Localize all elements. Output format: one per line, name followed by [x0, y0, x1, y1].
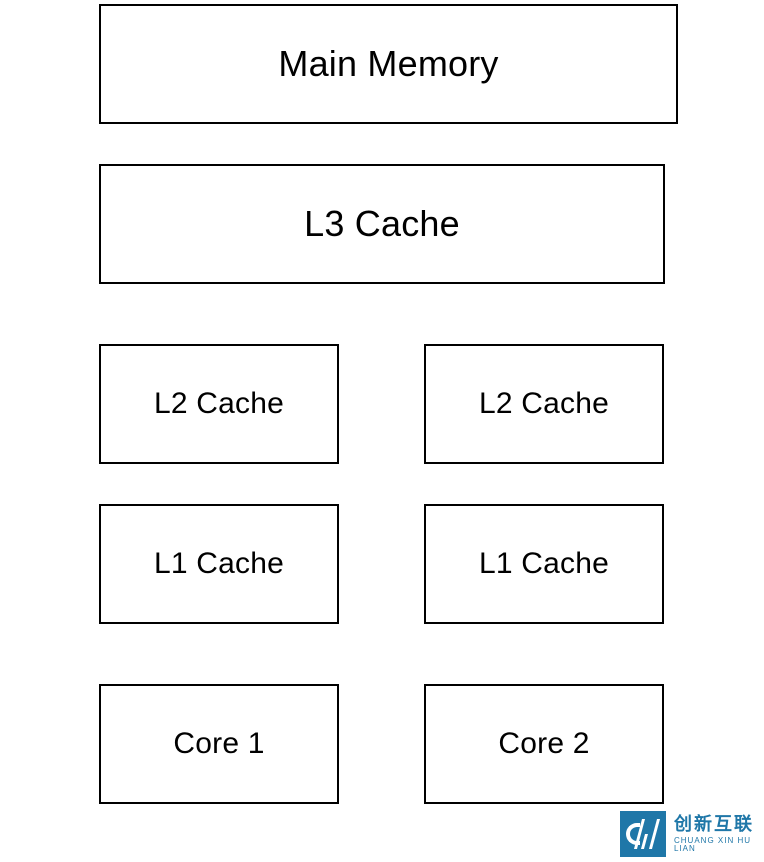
l2-cache-label-2: L2 Cache — [479, 387, 609, 421]
l1-cache-label-2: L1 Cache — [479, 547, 609, 581]
core-box-1: Core 1 — [99, 684, 339, 804]
watermark: 创新互联 CHUANG XIN HU LIAN — [614, 806, 764, 862]
l2-cache-label-1: L2 Cache — [154, 387, 284, 421]
l1-cache-box-1: L1 Cache — [99, 504, 339, 624]
watermark-en: CHUANG XIN HU LIAN — [674, 837, 764, 853]
core-label-2: Core 2 — [498, 727, 589, 761]
watermark-logo-icon — [620, 811, 666, 857]
l3-cache-box: L3 Cache — [99, 164, 665, 284]
l1-cache-box-2: L1 Cache — [424, 504, 664, 624]
main-memory-box: Main Memory — [99, 4, 678, 124]
watermark-cn: 创新互联 — [674, 815, 764, 833]
watermark-text: 创新互联 CHUANG XIN HU LIAN — [674, 815, 764, 853]
core-label-1: Core 1 — [173, 727, 264, 761]
l2-cache-box-2: L2 Cache — [424, 344, 664, 464]
diagram-canvas: Main Memory L3 Cache L2 Cache L1 Cache C… — [0, 0, 764, 862]
l3-cache-label: L3 Cache — [304, 203, 460, 245]
core-box-2: Core 2 — [424, 684, 664, 804]
main-memory-label: Main Memory — [278, 43, 498, 85]
l2-cache-box-1: L2 Cache — [99, 344, 339, 464]
l1-cache-label-1: L1 Cache — [154, 547, 284, 581]
